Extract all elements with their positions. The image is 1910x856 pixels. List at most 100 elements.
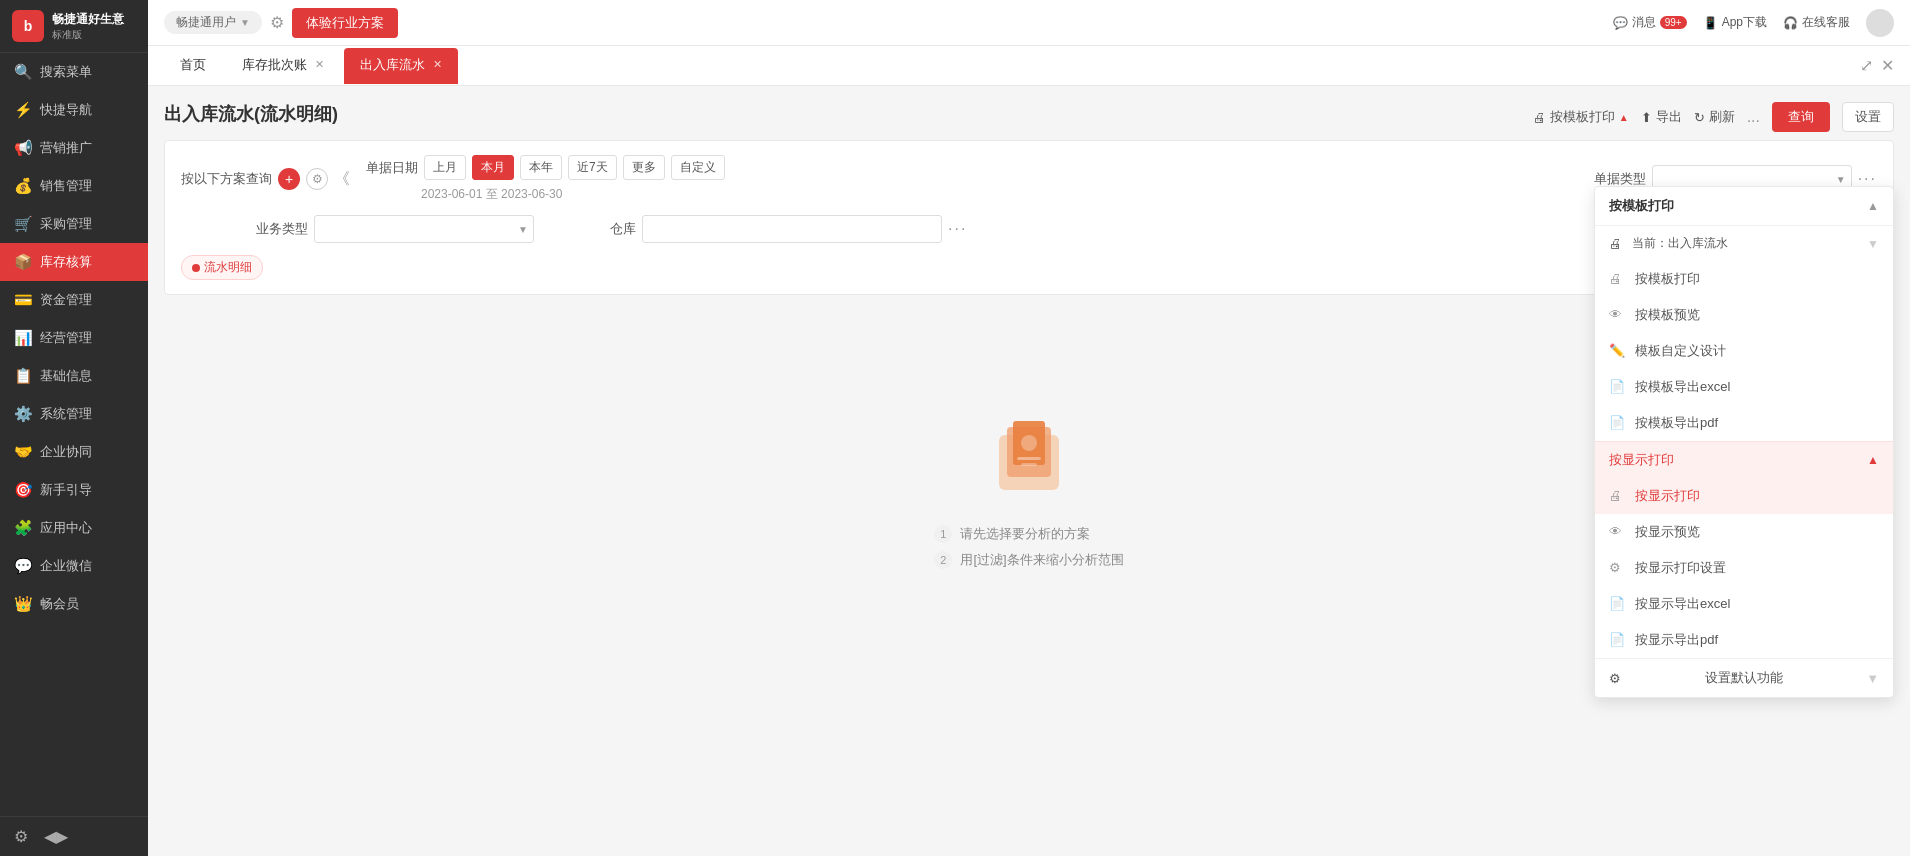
sidebar-item-corp[interactable]: 🤝企业协同	[0, 433, 148, 471]
warehouse-more[interactable]: ···	[948, 220, 967, 238]
date-btn-更多[interactable]: 更多	[623, 155, 665, 180]
dropdown-item-display-preview[interactable]: 👁按显示预览	[1595, 514, 1893, 550]
display-section-header[interactable]: 按显示打印 ▲	[1595, 441, 1893, 478]
current-template-icon: 🖨	[1609, 236, 1622, 251]
active-filter-tag[interactable]: 流水明细	[181, 255, 263, 280]
logo-title: 畅捷通好生意	[52, 11, 124, 28]
tabs-bar: 首页 库存批次账 ✕ 出入库流水 ✕ ⤢ ✕	[148, 46, 1910, 86]
tab-flow[interactable]: 出入库流水 ✕	[344, 48, 458, 84]
message-button[interactable]: 💬 消息 99+	[1613, 14, 1687, 31]
biz-type-select-wrapper: ▼	[314, 215, 534, 243]
date-label: 单据日期	[366, 159, 418, 177]
dropdown-collapse-icon[interactable]: ▲	[1867, 199, 1879, 213]
sidebar: b 畅捷通好生意 标准版 🔍搜索菜单⚡快捷导航📢营销推广💰销售管理🛒采购管理📦库…	[0, 0, 148, 856]
gear-icon[interactable]: ⚙	[270, 13, 284, 32]
collapse-icon[interactable]: ◀▶	[44, 827, 68, 846]
date-btn-本年[interactable]: 本年	[520, 155, 562, 180]
page-toolbar: 🖨 按模板打印 ▲ ⬆ 导出 ↻ 刷新 ... 查询 设置	[1533, 102, 1894, 132]
template-print-label: 按模板打印	[1635, 270, 1700, 288]
guide-icon: 🎯	[14, 481, 32, 499]
dropdown-item-template-preview[interactable]: 👁按模板预览	[1595, 297, 1893, 333]
step2-label: 用[过滤]条件来缩小分析范围	[960, 551, 1123, 569]
sidebar-item-label: 资金管理	[40, 291, 92, 309]
search-icon: 🔍	[14, 63, 32, 81]
sidebar-item-finance[interactable]: 💳资金管理	[0, 281, 148, 319]
footer-label: 设置默认功能	[1705, 669, 1783, 687]
shortcut-icon: ⚡	[14, 101, 32, 119]
trial-button[interactable]: 体验行业方案	[292, 8, 398, 38]
query-button[interactable]: 查询	[1772, 102, 1830, 132]
dropdown-current[interactable]: 🖨 当前：出入库流水 ▼	[1595, 226, 1893, 261]
maximize-icon[interactable]: ⤢	[1860, 56, 1873, 75]
online-service-button[interactable]: 🎧 在线客服	[1783, 14, 1850, 31]
dropdown-item-display-pdf[interactable]: 📄按显示导出pdf	[1595, 622, 1893, 658]
sidebar-item-shortcut[interactable]: ⚡快捷导航	[0, 91, 148, 129]
display-excel-label: 按显示导出excel	[1635, 595, 1730, 613]
dropdown-item-display-print[interactable]: 🖨按显示打印	[1595, 478, 1893, 514]
tab-home[interactable]: 首页	[164, 48, 222, 84]
dropdown-item-template-pdf[interactable]: 📄按模板导出pdf	[1595, 405, 1893, 441]
avatar[interactable]	[1866, 9, 1894, 37]
date-btn-上月[interactable]: 上月	[424, 155, 466, 180]
sidebar-item-appstore[interactable]: 🧩应用中心	[0, 509, 148, 547]
dropdown-title: 按模板打印	[1609, 197, 1674, 215]
sidebar-item-guide[interactable]: 🎯新手引导	[0, 471, 148, 509]
export-button[interactable]: ⬆ 导出	[1641, 108, 1682, 126]
sidebar-item-inventory[interactable]: 📦库存核算	[0, 243, 148, 281]
sidebar-item-business[interactable]: 📊经营管理	[0, 319, 148, 357]
svg-rect-5	[1021, 463, 1037, 466]
more-actions-button[interactable]: ...	[1747, 108, 1760, 126]
settings-button[interactable]: 设置	[1842, 102, 1894, 132]
user-info[interactable]: 畅捷通用户 ▼	[164, 11, 262, 34]
settings-icon[interactable]: ⚙	[14, 827, 28, 846]
date-btn-近7天[interactable]: 近7天	[568, 155, 617, 180]
date-btn-本月[interactable]: 本月	[472, 155, 514, 180]
warehouse-label: 仓库	[610, 220, 636, 238]
dropdown-item-template-print[interactable]: 🖨按模板打印	[1595, 261, 1893, 297]
tab-batch-close[interactable]: ✕	[315, 58, 324, 71]
date-btn-自定义[interactable]: 自定义	[671, 155, 725, 180]
marketing-icon: 📢	[14, 139, 32, 157]
sidebar-item-label: 经营管理	[40, 329, 92, 347]
display-pdf-label: 按显示导出pdf	[1635, 631, 1718, 649]
sidebar-item-marketing[interactable]: 📢营销推广	[0, 129, 148, 167]
print-template-button[interactable]: 🖨 按模板打印 ▲	[1533, 108, 1629, 126]
sidebar-item-label: 基础信息	[40, 367, 92, 385]
refresh-button[interactable]: ↻ 刷新	[1694, 108, 1735, 126]
biz-type-select[interactable]	[314, 215, 534, 243]
tab-flow-close[interactable]: ✕	[433, 58, 442, 71]
date-filter: 单据日期 上月本月本年近7天更多自定义 2023-06-01 至 2023-06…	[366, 155, 725, 203]
dropdown-item-display-settings[interactable]: ⚙按显示打印设置	[1595, 550, 1893, 586]
step1-num: 1	[934, 525, 952, 543]
printer-icon: 🖨	[1533, 110, 1546, 125]
close-tab-icon[interactable]: ✕	[1881, 56, 1894, 75]
footer-icon: ⚙	[1609, 671, 1621, 686]
sidebar-item-purchase[interactable]: 🛒采购管理	[0, 205, 148, 243]
sidebar-item-system[interactable]: ⚙️系统管理	[0, 395, 148, 433]
phone-icon: 📱	[1703, 16, 1718, 30]
filter-collapse-icon[interactable]: 《	[334, 169, 350, 190]
template-custom-icon: ✏️	[1609, 343, 1625, 359]
sidebar-item-label: 库存核算	[40, 253, 92, 271]
display-section-label: 按显示打印	[1609, 451, 1674, 469]
tab-batch[interactable]: 库存批次账 ✕	[226, 48, 340, 84]
dropdown-item-display-excel[interactable]: 📄按显示导出excel	[1595, 586, 1893, 622]
filter-title: 按以下方案查询	[181, 170, 272, 188]
sidebar-item-member[interactable]: 👑畅会员	[0, 585, 148, 623]
filter-config-button[interactable]: ⚙	[306, 168, 328, 190]
empty-step-2: 2 用[过滤]条件来缩小分析范围	[934, 551, 1123, 569]
template-items-group: 🖨按模板打印👁按模板预览✏️模板自定义设计📄按模板导出excel📄按模板导出pd…	[1595, 261, 1893, 441]
sidebar-item-search[interactable]: 🔍搜索菜单	[0, 53, 148, 91]
date-range: 2023-06-01 至 2023-06-30	[421, 186, 562, 203]
sidebar-item-label: 企业微信	[40, 557, 92, 575]
app-download-button[interactable]: 📱 App下载	[1703, 14, 1767, 31]
sidebar-item-sales[interactable]: 💰销售管理	[0, 167, 148, 205]
logo-tag: 标准版	[52, 28, 124, 42]
sidebar-item-base[interactable]: 📋基础信息	[0, 357, 148, 395]
current-template-label: 当前：出入库流水	[1632, 235, 1728, 252]
dropdown-item-template-custom[interactable]: ✏️模板自定义设计	[1595, 333, 1893, 369]
sidebar-item-wechat[interactable]: 💬企业微信	[0, 547, 148, 585]
dropdown-item-template-excel[interactable]: 📄按模板导出excel	[1595, 369, 1893, 405]
filter-add-button[interactable]: +	[278, 168, 300, 190]
dropdown-footer[interactable]: ⚙ 设置默认功能 ▼	[1595, 658, 1893, 697]
